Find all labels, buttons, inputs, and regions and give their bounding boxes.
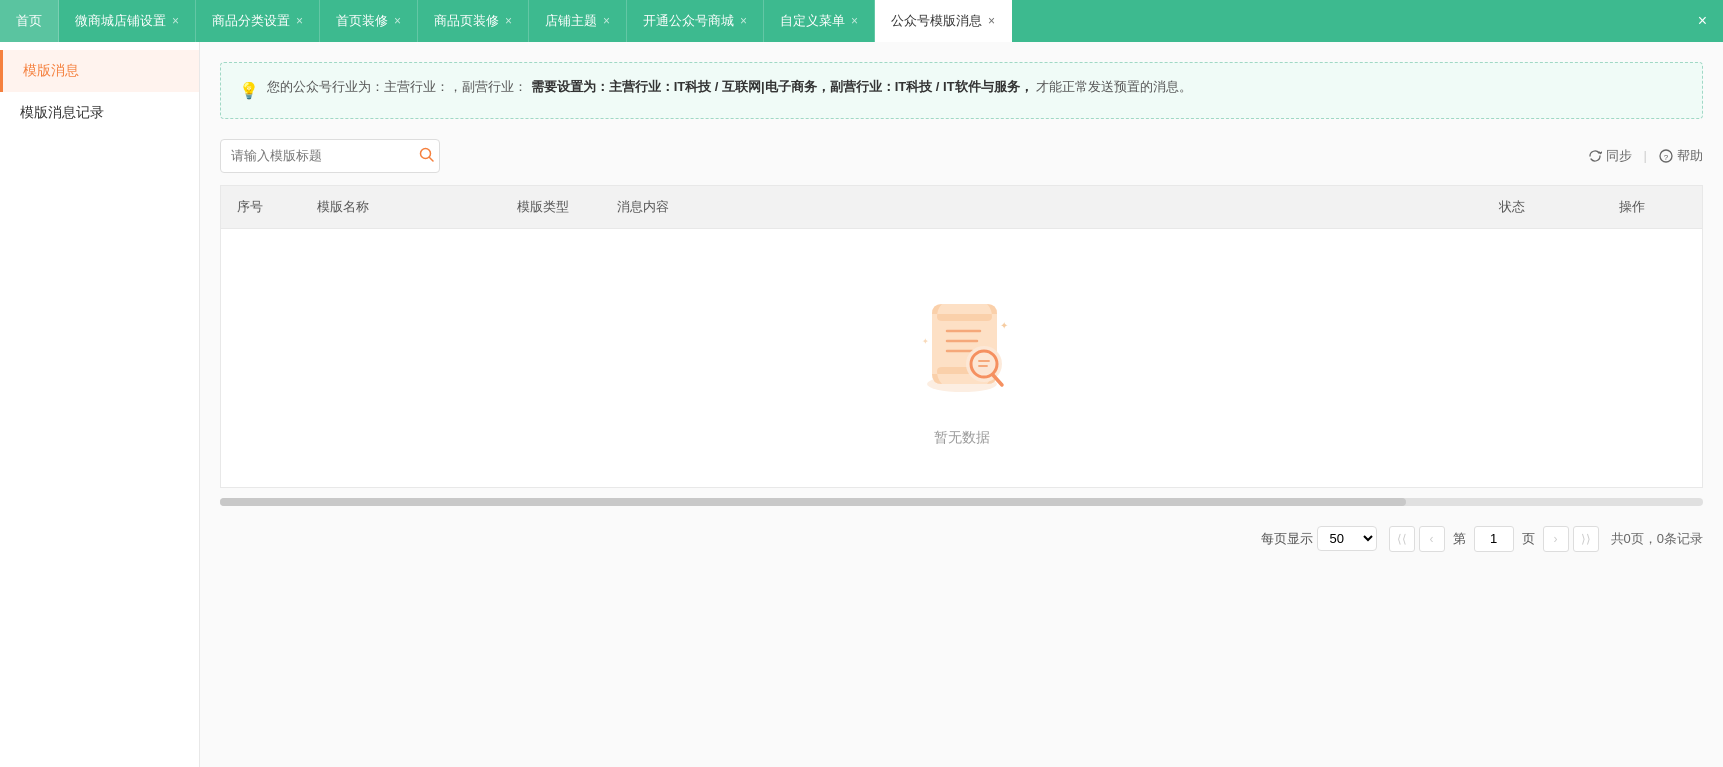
close-all-tabs[interactable]: × <box>1682 12 1723 30</box>
data-table: 序号 模版名称 模版类型 消息内容 状态 操作 <box>220 185 1703 488</box>
page-di-label: 第 <box>1453 530 1466 548</box>
tab-shop-theme[interactable]: 店铺主题 × <box>529 0 627 42</box>
pagination-row: 每页显示 10 20 50 100 ⟨⟨ ‹ 第 页 › ⟩⟩ 共0页，0条记录 <box>220 516 1703 556</box>
sync-button[interactable]: 同步 <box>1588 147 1632 165</box>
tab-custom-menu[interactable]: 自定义菜单 × <box>764 0 875 42</box>
main-layout: 模版消息 模版消息记录 💡 您的公众号行业为：主营行业：，副营行业： 需要设置为… <box>0 42 1723 767</box>
first-page-button[interactable]: ⟨⟨ <box>1389 526 1415 552</box>
notice-highlight: 需要设置为：主营行业：IT科技 / 互联网|电子商务，副营行业：IT科技 / I… <box>531 79 1033 94</box>
table-header-row: 序号 模版名称 模版类型 消息内容 状态 操作 <box>221 185 1703 228</box>
top-nav: 首页 微商城店铺设置 × 商品分类设置 × 首页装修 × 商品页装修 × 店铺主… <box>0 0 1723 42</box>
close-tab-custom-menu[interactable]: × <box>851 14 858 28</box>
page-size-label: 每页显示 <box>1261 530 1313 548</box>
total-info: 共0页，0条记录 <box>1611 530 1703 548</box>
tab-product-category[interactable]: 商品分类设置 × <box>196 0 320 42</box>
notice-text-before: 您的公众号行业为：主营行业：，副营行业： <box>267 79 527 94</box>
sidebar-item-template-msg[interactable]: 模版消息 <box>0 50 199 92</box>
page-label: 页 <box>1522 530 1535 548</box>
notice-icon: 💡 <box>239 78 259 104</box>
horizontal-scrollbar[interactable] <box>220 498 1703 506</box>
svg-text:✦: ✦ <box>1000 320 1008 331</box>
search-button[interactable] <box>409 140 440 172</box>
col-status: 状态 <box>1483 185 1603 228</box>
toolbar-right: 同步 | ? 帮助 <box>1588 147 1703 165</box>
tab-wshop-settings[interactable]: 微商城店铺设置 × <box>59 0 196 42</box>
svg-text:✦: ✦ <box>922 337 929 346</box>
notice-box: 💡 您的公众号行业为：主营行业：，副营行业： 需要设置为：主营行业：IT科技 /… <box>220 62 1703 119</box>
page-navigation: ⟨⟨ ‹ 第 页 › ⟩⟩ 共0页，0条记录 <box>1389 526 1703 552</box>
help-button[interactable]: ? 帮助 <box>1659 147 1703 165</box>
prev-page-button[interactable]: ‹ <box>1419 526 1445 552</box>
close-tab-product-decor[interactable]: × <box>505 14 512 28</box>
close-tab-home-decor[interactable]: × <box>394 14 401 28</box>
scrollbar-thumb[interactable] <box>220 498 1406 506</box>
sidebar: 模版消息 模版消息记录 <box>0 42 200 767</box>
tab-template-msg[interactable]: 公众号模版消息 × <box>875 0 1012 42</box>
sync-icon <box>1588 149 1602 163</box>
empty-state-row: ✦ ✦ 暂无数据 <box>221 228 1703 487</box>
sidebar-item-template-msg-log[interactable]: 模版消息记录 <box>0 92 199 134</box>
close-tab-shop-theme[interactable]: × <box>603 14 610 28</box>
col-content: 消息内容 <box>601 185 1483 228</box>
col-seq: 序号 <box>221 185 301 228</box>
col-type: 模版类型 <box>501 185 601 228</box>
empty-state: ✦ ✦ 暂无数据 <box>221 229 1702 487</box>
col-action: 操作 <box>1603 185 1703 228</box>
tab-home[interactable]: 首页 <box>0 0 59 42</box>
close-tab-template-msg[interactable]: × <box>988 14 995 28</box>
close-tab-wshop[interactable]: × <box>172 14 179 28</box>
toolbar-row: 同步 | ? 帮助 <box>220 139 1703 173</box>
close-tab-product-category[interactable]: × <box>296 14 303 28</box>
svg-line-1 <box>430 157 434 161</box>
empty-icon: ✦ ✦ <box>902 289 1022 409</box>
page-size-select[interactable]: 10 20 50 100 <box>1317 526 1377 551</box>
tab-open-mall[interactable]: 开通公众号商城 × <box>627 0 764 42</box>
tab-product-decor[interactable]: 商品页装修 × <box>418 0 529 42</box>
notice-text-after: 才能正常发送预置的消息。 <box>1036 79 1192 94</box>
help-icon: ? <box>1659 149 1673 163</box>
close-tab-open-mall[interactable]: × <box>740 14 747 28</box>
toolbar-divider: | <box>1644 148 1647 163</box>
page-number-input[interactable] <box>1474 526 1514 552</box>
tab-home-decor[interactable]: 首页装修 × <box>320 0 418 42</box>
page-size-selector: 每页显示 10 20 50 100 <box>1261 526 1381 551</box>
svg-text:?: ? <box>1664 153 1669 162</box>
search-group <box>220 139 440 173</box>
col-name: 模版名称 <box>301 185 501 228</box>
next-page-button[interactable]: › <box>1543 526 1569 552</box>
empty-text: 暂无数据 <box>221 429 1702 447</box>
search-input[interactable] <box>221 141 409 170</box>
content-area: 💡 您的公众号行业为：主营行业：，副营行业： 需要设置为：主营行业：IT科技 /… <box>200 42 1723 767</box>
last-page-button[interactable]: ⟩⟩ <box>1573 526 1599 552</box>
